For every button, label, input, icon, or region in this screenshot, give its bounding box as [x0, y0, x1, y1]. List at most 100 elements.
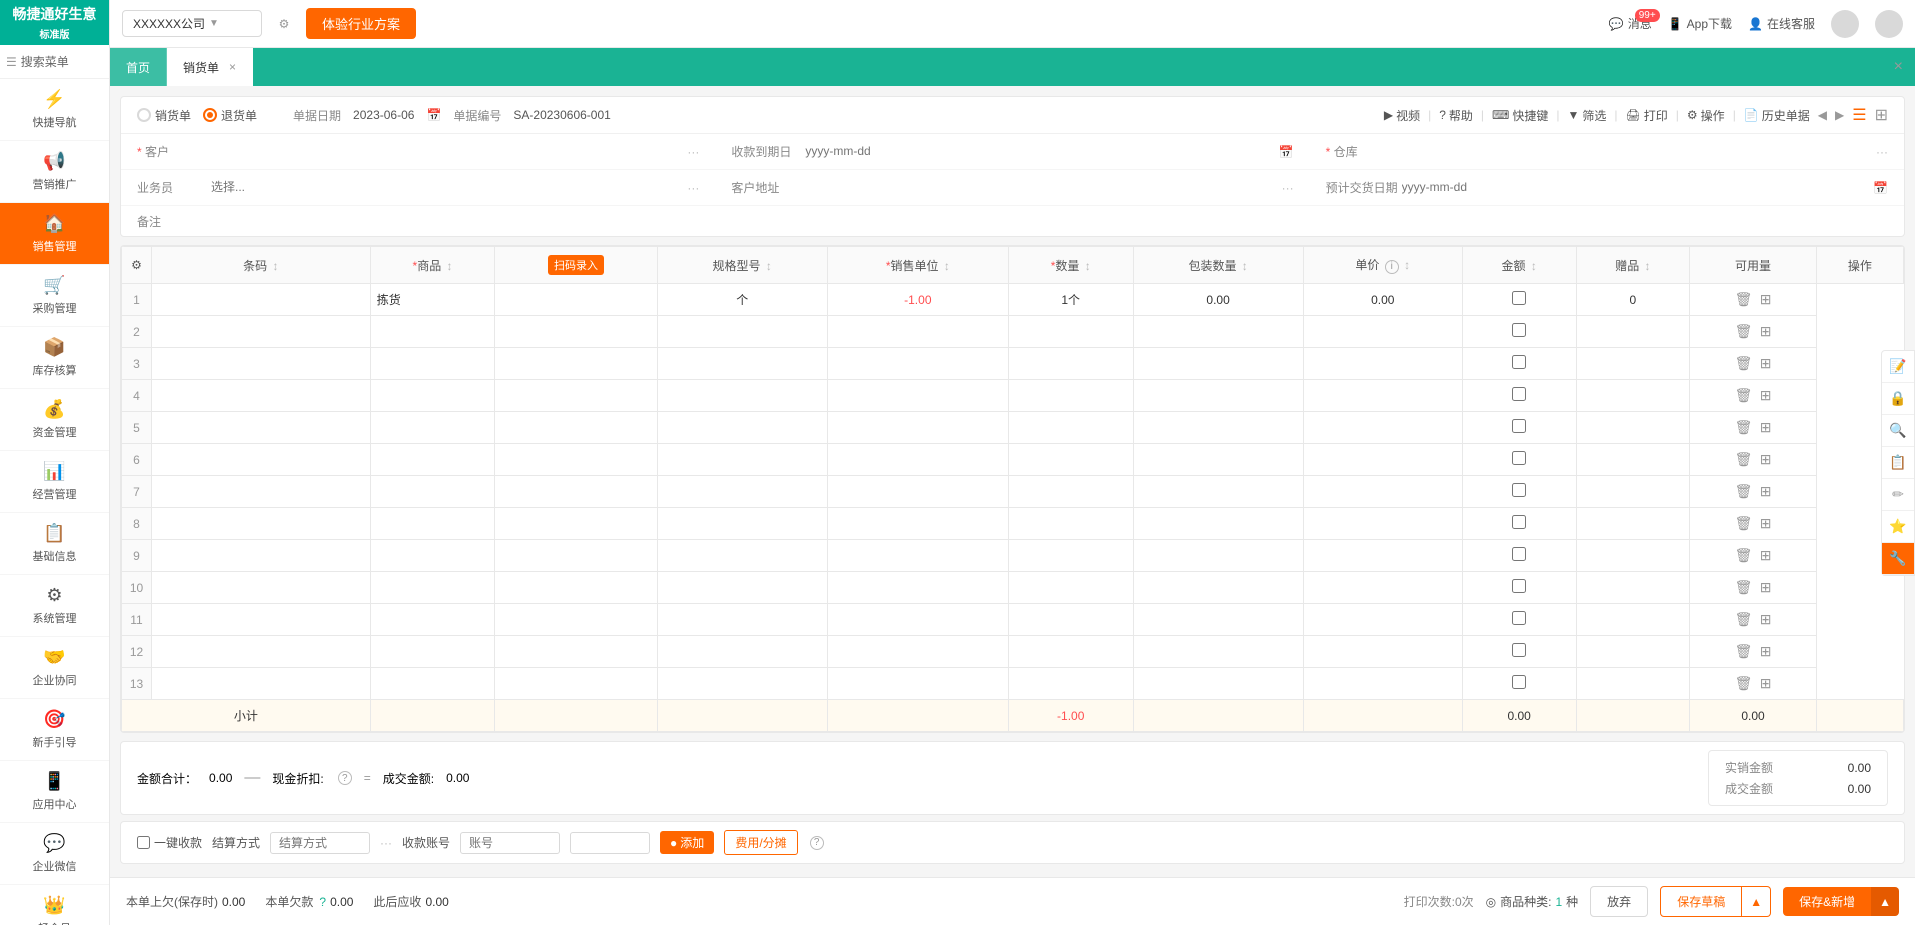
company-selector[interactable]: XXXXXX公司 ▼ — [122, 10, 262, 37]
save-draft-btn[interactable]: 保存草稿 — [1660, 886, 1742, 917]
customer-address-expand-icon[interactable]: ··· — [1282, 181, 1294, 195]
customer-address-input[interactable] — [801, 178, 1281, 197]
row-spec-10[interactable] — [495, 572, 657, 604]
row-unit-price-13[interactable] — [1133, 668, 1303, 700]
float-active-icon[interactable]: 🔧 — [1882, 543, 1914, 575]
float-search-icon[interactable]: 🔍 — [1882, 415, 1914, 447]
row-product-6[interactable] — [370, 444, 495, 476]
view-list-icon[interactable]: ☰ — [1852, 105, 1866, 125]
row-delete-btn-11[interactable]: 🗑 — [1735, 611, 1753, 627]
row-amount-5[interactable] — [1303, 412, 1462, 444]
row-gift-1[interactable] — [1462, 284, 1576, 316]
tab-home[interactable]: 首页 — [110, 48, 167, 86]
row-amount-8[interactable] — [1303, 508, 1462, 540]
row-unit-12[interactable] — [657, 636, 827, 668]
row-amount-4[interactable] — [1303, 380, 1462, 412]
row-quantity-1[interactable]: -1.00 — [827, 284, 1008, 316]
payment-expand-icon[interactable]: ··· — [380, 836, 392, 850]
unit-sort-icon[interactable]: ↕ — [944, 259, 950, 273]
row-copy-btn-7[interactable]: ⊞ — [1760, 483, 1772, 499]
row-barcode-8[interactable] — [152, 508, 371, 540]
row-unit-10[interactable] — [657, 572, 827, 604]
action-help[interactable]: ? 帮助 — [1439, 107, 1473, 124]
row-spec-9[interactable] — [495, 540, 657, 572]
row-barcode-4[interactable] — [152, 380, 371, 412]
action-ops[interactable]: ⚙ 操作 — [1687, 107, 1725, 124]
row-package-qty-8[interactable] — [1008, 508, 1133, 540]
row-gift-5[interactable] — [1462, 412, 1576, 444]
row-gift-4[interactable] — [1462, 380, 1576, 412]
row-gift-13[interactable] — [1462, 668, 1576, 700]
row-gift-7[interactable] — [1462, 476, 1576, 508]
row-quantity-12[interactable] — [827, 636, 1008, 668]
trial-btn[interactable]: 体验行业方案 — [306, 8, 416, 39]
row-package-qty-3[interactable] — [1008, 348, 1133, 380]
add-payment-btn[interactable]: ● 添加 — [660, 831, 714, 854]
row-copy-btn-8[interactable]: ⊞ — [1760, 515, 1772, 531]
row-amount-11[interactable] — [1303, 604, 1462, 636]
row-product-2[interactable] — [370, 316, 495, 348]
row-delete-btn-1[interactable]: 🗑 — [1735, 291, 1753, 307]
row-barcode-1[interactable] — [152, 284, 371, 316]
user-avatar-2[interactable] — [1875, 10, 1903, 38]
row-copy-btn-11[interactable]: ⊞ — [1760, 611, 1772, 627]
row-unit-6[interactable] — [657, 444, 827, 476]
sidebar-item-wechat[interactable]: 💬 企业微信 — [0, 823, 109, 885]
pkg-sort-icon[interactable]: ↕ — [1242, 259, 1248, 273]
row-copy-btn-9[interactable]: ⊞ — [1760, 547, 1772, 563]
price-sort-icon[interactable]: ↕ — [1404, 258, 1410, 272]
expense-btn[interactable]: 费用/分摊 — [724, 830, 797, 855]
row-unit-price-7[interactable] — [1133, 476, 1303, 508]
row-barcode-3[interactable] — [152, 348, 371, 380]
sidebar-item-quick-nav[interactable]: ⚡ 快捷导航 — [0, 79, 109, 141]
row-package-qty-1[interactable]: 1个 — [1008, 284, 1133, 316]
user-avatar[interactable] — [1831, 10, 1859, 38]
row-product-7[interactable] — [370, 476, 495, 508]
radio-sale[interactable]: 销货单 — [137, 107, 191, 124]
row-product-12[interactable] — [370, 636, 495, 668]
row-copy-btn-4[interactable]: ⊞ — [1760, 387, 1772, 403]
row-product-4[interactable] — [370, 380, 495, 412]
scan-btn[interactable]: 扫码录入 — [548, 255, 604, 275]
row-quantity-10[interactable] — [827, 572, 1008, 604]
row-unit-price-2[interactable] — [1133, 316, 1303, 348]
row-unit-3[interactable] — [657, 348, 827, 380]
row-unit-price-9[interactable] — [1133, 540, 1303, 572]
row-gift-11[interactable] — [1462, 604, 1576, 636]
row-amount-2[interactable] — [1303, 316, 1462, 348]
calc-method-input[interactable] — [270, 832, 370, 854]
sidebar-item-finance[interactable]: 💰 资金管理 — [0, 389, 109, 451]
row-gift-10[interactable] — [1462, 572, 1576, 604]
row-package-qty-6[interactable] — [1008, 444, 1133, 476]
app-download-btn[interactable]: 📱 App下载 — [1668, 15, 1732, 32]
expense-info-icon[interactable]: ? — [810, 836, 824, 850]
row-gift-8[interactable] — [1462, 508, 1576, 540]
sidebar-search[interactable]: ☰ 搜索菜单 — [0, 45, 109, 79]
row-copy-btn-3[interactable]: ⊞ — [1760, 355, 1772, 371]
row-spec-13[interactable] — [495, 668, 657, 700]
discount-info-icon[interactable]: ? — [338, 771, 352, 785]
action-print[interactable]: 🖨 打印 — [1626, 107, 1668, 124]
row-unit-7[interactable] — [657, 476, 827, 508]
row-delete-btn-2[interactable]: 🗑 — [1735, 323, 1753, 339]
save-new-arrow-btn[interactable]: ▲ — [1871, 887, 1899, 916]
save-draft-arrow-btn[interactable]: ▲ — [1742, 886, 1771, 917]
row-barcode-10[interactable] — [152, 572, 371, 604]
sidebar-item-app-center[interactable]: 📱 应用中心 — [0, 761, 109, 823]
action-video[interactable]: ▶ 视频 — [1384, 107, 1420, 124]
delivery-date-input[interactable] — [1398, 178, 1869, 197]
sidebar-item-sales[interactable]: 🏠 销售管理 — [0, 203, 109, 265]
amount-sort-icon[interactable]: ↕ — [1531, 259, 1537, 273]
row-product-5[interactable] — [370, 412, 495, 444]
row-unit-11[interactable] — [657, 604, 827, 636]
spec-sort-icon[interactable]: ↕ — [766, 259, 772, 273]
row-unit-1[interactable]: 个 — [657, 284, 827, 316]
row-unit-5[interactable] — [657, 412, 827, 444]
bill-arrears-info-icon[interactable]: ? — [319, 895, 326, 909]
row-quantity-6[interactable] — [827, 444, 1008, 476]
row-gift-3[interactable] — [1462, 348, 1576, 380]
warehouse-input[interactable]: 建材仓 — [1396, 142, 1876, 161]
row-delete-btn-4[interactable]: 🗑 — [1735, 387, 1753, 403]
row-amount-1[interactable]: 0.00 — [1303, 284, 1462, 316]
action-history[interactable]: 📄 历史单据 — [1744, 107, 1810, 124]
